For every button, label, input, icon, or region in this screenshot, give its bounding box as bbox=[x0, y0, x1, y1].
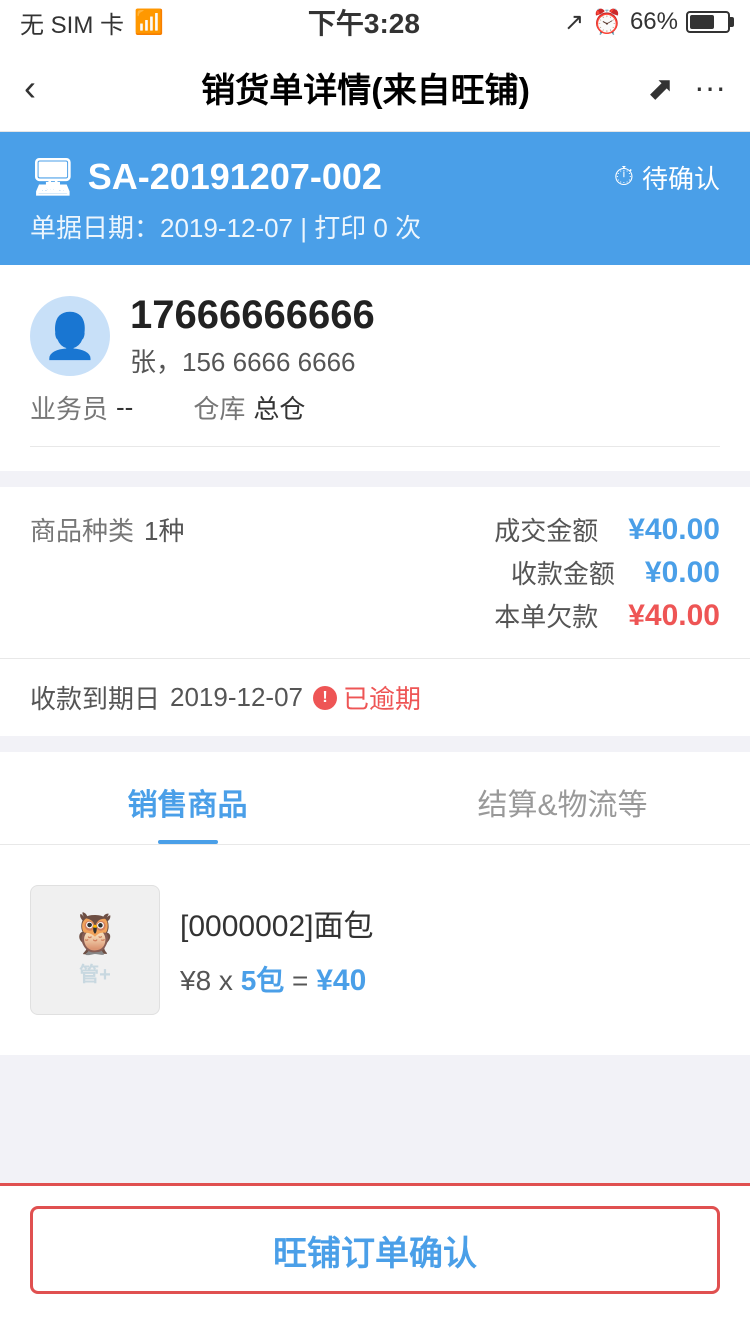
unit-price: ¥8 x bbox=[180, 965, 241, 996]
product-item-0: 🦉 管+ [0000002]面包 ¥8 x 5包 = ¥40 bbox=[0, 865, 750, 1035]
due-label: 收款到期日 bbox=[30, 679, 160, 716]
qty: 5包 bbox=[241, 965, 285, 996]
salesperson-item: 业务员 -- bbox=[30, 389, 133, 426]
equals: = bbox=[284, 965, 316, 996]
status-left: 无 SIM 卡 📶 bbox=[20, 5, 164, 40]
page-title: 销货单详情(来自旺铺) bbox=[84, 63, 647, 112]
warehouse-label: 仓库 bbox=[193, 389, 245, 426]
status-time: 下午3:28 bbox=[308, 2, 420, 42]
due-section: 收款到期日 2019-12-07 ! 已逾期 bbox=[0, 658, 750, 736]
bottom-area: 旺铺订单确认 bbox=[0, 1183, 750, 1334]
customer-section: 👤 17666666666 张，156 6666 6666 业务员 -- 仓库 … bbox=[0, 265, 750, 471]
amount-value-0: ¥40.00 bbox=[628, 513, 720, 547]
customer-info: 17666666666 张，156 6666 6666 bbox=[130, 293, 375, 379]
tab-underline bbox=[158, 840, 218, 844]
carrier-text: 无 SIM 卡 bbox=[20, 5, 124, 40]
tab-settlement[interactable]: 结算&物流等 bbox=[375, 752, 750, 844]
amount-label-2: 本单欠款 bbox=[494, 597, 598, 634]
salesperson-label: 业务员 bbox=[30, 389, 108, 426]
product-info: [0000002]面包 ¥8 x 5包 = ¥40 bbox=[180, 901, 373, 999]
tabs-container: 销售商品 结算&物流等 bbox=[0, 752, 750, 845]
clock-icon: ⏱ bbox=[614, 161, 634, 193]
order-date: 单据日期：2019-12-07 | 打印 0 次 bbox=[30, 208, 720, 245]
nav-actions: ⬈ ··· bbox=[647, 69, 726, 107]
customer-meta: 业务员 -- 仓库 总仓 bbox=[30, 389, 720, 426]
customer-row: 👤 17666666666 张，156 6666 6666 bbox=[30, 293, 720, 379]
summary-right: 成交金额 ¥40.00 收款金额 ¥0.00 本单欠款 ¥40.00 bbox=[494, 511, 720, 634]
tabs-row: 销售商品 结算&物流等 bbox=[0, 752, 750, 844]
brand-plus: 管+ bbox=[79, 958, 111, 987]
status-bar: 无 SIM 卡 📶 下午3:28 ↗ ⏰ 66% bbox=[0, 0, 750, 44]
order-icon: 🖥 bbox=[30, 156, 76, 198]
product-thumbnail: 🦉 管+ bbox=[30, 885, 160, 1015]
salesperson-value: -- bbox=[116, 392, 133, 423]
product-types-value: 1种 bbox=[144, 511, 184, 548]
wifi-icon: 📶 bbox=[134, 8, 164, 37]
share-button[interactable]: ⬈ bbox=[647, 69, 674, 107]
order-header: 🖥 SA-20191207-002 ⏱ 待确认 单据日期：2019-12-07 … bbox=[0, 132, 750, 265]
overdue-badge: ! 已逾期 bbox=[313, 679, 421, 716]
battery-text: 66% bbox=[630, 8, 678, 36]
amount-row-2: 本单欠款 ¥40.00 bbox=[494, 597, 720, 634]
back-button[interactable]: ‹ bbox=[24, 67, 84, 109]
product-list: 🦉 管+ [0000002]面包 ¥8 x 5包 = ¥40 bbox=[0, 845, 750, 1055]
battery-icon bbox=[686, 11, 730, 33]
amount-label-0: 成交金额 bbox=[494, 511, 598, 548]
alarm-icon: ⏰ bbox=[592, 8, 622, 37]
summary-section: 商品种类 1种 成交金额 ¥40.00 收款金额 ¥0.00 本单欠款 ¥40.… bbox=[0, 487, 750, 658]
amount-label-1: 收款金额 bbox=[511, 554, 615, 591]
summary-left: 商品种类 1种 bbox=[30, 511, 184, 552]
product-types-item: 商品种类 1种 bbox=[30, 511, 184, 548]
amount-value-2: ¥40.00 bbox=[628, 599, 720, 633]
divider-1 bbox=[30, 446, 720, 447]
more-button[interactable]: ··· bbox=[694, 69, 726, 106]
amount-row-1: 收款金额 ¥0.00 bbox=[511, 554, 720, 591]
overdue-icon: ! bbox=[313, 686, 337, 710]
summary-row: 商品种类 1种 成交金额 ¥40.00 收款金额 ¥0.00 本单欠款 ¥40.… bbox=[30, 511, 720, 634]
order-status: ⏱ 待确认 bbox=[614, 159, 720, 196]
confirm-button[interactable]: 旺铺订单确认 bbox=[30, 1206, 720, 1294]
product-price-row: ¥8 x 5包 = ¥40 bbox=[180, 959, 373, 999]
order-id-row: 🖥 SA-20191207-002 ⏱ 待确认 bbox=[30, 156, 720, 198]
nav-bar: ‹ 销货单详情(来自旺铺) ⬈ ··· bbox=[0, 44, 750, 132]
amount-value-1: ¥0.00 bbox=[645, 556, 720, 590]
overdue-text: 已逾期 bbox=[343, 679, 421, 716]
total-price: ¥40 bbox=[316, 964, 366, 997]
status-right: ↗ ⏰ 66% bbox=[564, 8, 730, 37]
amount-row-0: 成交金额 ¥40.00 bbox=[494, 511, 720, 548]
owl-icon: 🦉 bbox=[70, 914, 120, 954]
due-date: 2019-12-07 bbox=[170, 682, 303, 713]
tab-products[interactable]: 销售商品 bbox=[0, 752, 375, 844]
product-types-label: 商品种类 bbox=[30, 511, 134, 548]
customer-phone: 17666666666 bbox=[130, 293, 375, 338]
order-id-text: SA-20191207-002 bbox=[88, 156, 382, 198]
status-text: 待确认 bbox=[642, 159, 720, 196]
product-name: [0000002]面包 bbox=[180, 901, 373, 945]
warehouse-value: 总仓 bbox=[253, 389, 305, 426]
order-id: 🖥 SA-20191207-002 bbox=[30, 156, 382, 198]
warehouse-item: 仓库 总仓 bbox=[193, 389, 305, 426]
location-icon: ↗ bbox=[564, 8, 584, 37]
customer-name: 张，156 6666 6666 bbox=[130, 342, 375, 379]
avatar: 👤 bbox=[30, 296, 110, 376]
